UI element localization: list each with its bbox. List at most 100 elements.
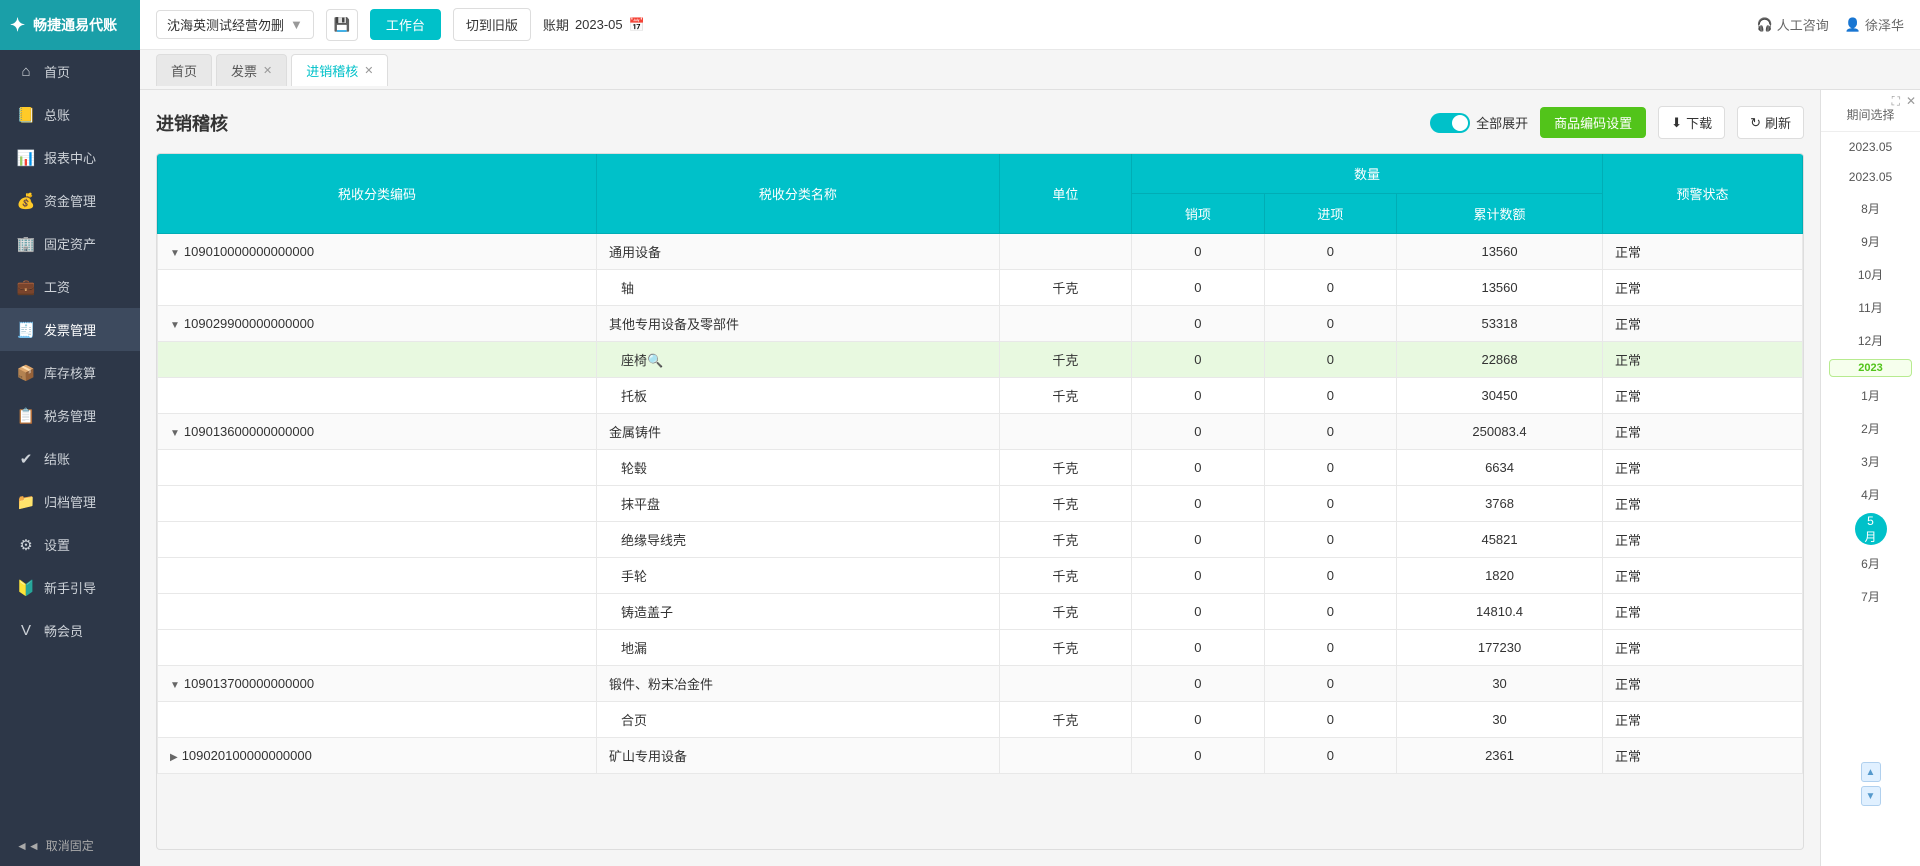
sidebar-label-assets: 固定资产 <box>44 234 96 253</box>
scroll-down-btn[interactable]: ▼ <box>1861 786 1881 806</box>
period-item-0[interactable]: 2023.05 <box>1821 132 1920 162</box>
cell-code: ▶109020100000000000 <box>158 738 597 774</box>
sidebar-label-guide: 新手引导 <box>44 578 96 597</box>
tab-reconciliation-close[interactable]: ✕ <box>364 64 373 77</box>
tab-invoice[interactable]: 发票 ✕ <box>216 54 287 86</box>
cell-name: 金属铸件 <box>597 414 1000 450</box>
user-icon: 👤 <box>1845 17 1861 33</box>
user-menu[interactable]: 👤 徐泽华 <box>1845 15 1904 34</box>
sidebar-item-inventory[interactable]: 📦 库存核算 <box>0 351 140 394</box>
switch-version-button[interactable]: 切到旧版 <box>453 8 531 41</box>
cell-unit: 千克 <box>999 270 1132 306</box>
sidebar-item-guide[interactable]: 🔰 新手引导 <box>0 566 140 609</box>
cell-status: 正常 <box>1602 558 1802 594</box>
search-icon[interactable]: 🔍 <box>647 353 663 368</box>
cell-name: 座椅🔍 <box>597 342 1000 378</box>
sidebar-label-tax: 税务管理 <box>44 406 96 425</box>
period-item-3[interactable]: 9月 <box>1821 225 1920 258</box>
sidebar-item-funds[interactable]: 💰 资金管理 <box>0 179 140 222</box>
period-item-5[interactable]: 11月 <box>1821 291 1920 324</box>
cell-total: 13560 <box>1397 234 1603 270</box>
cell-name: 手轮 <box>597 558 1000 594</box>
period-item-4[interactable]: 10月 <box>1821 258 1920 291</box>
logo-icon: ✦ <box>10 15 25 36</box>
sidebar-label-funds: 资金管理 <box>44 191 96 210</box>
download-btn[interactable]: ⬇ 下载 <box>1658 106 1725 139</box>
cell-sales: 0 <box>1132 414 1265 450</box>
cell-unit: 千克 <box>999 594 1132 630</box>
toggle-switch[interactable] <box>1430 113 1470 133</box>
maximize-panel-btn[interactable]: ⛶ <box>1892 94 1900 109</box>
inventory-icon: 📦 <box>16 364 36 382</box>
period-item-1[interactable]: 2023.05 <box>1821 162 1920 192</box>
sidebar-item-assets[interactable]: 🏢 固定资产 <box>0 222 140 265</box>
period-item-12[interactable]: 5月 <box>1855 513 1887 545</box>
sidebar-item-settings[interactable]: ⚙ 设置 <box>0 523 140 566</box>
company-selector[interactable]: 沈海英测试经营勿删 ▼ <box>156 10 314 39</box>
sidebar-item-ledger[interactable]: 📒 总账 <box>0 93 140 136</box>
cell-sales: 0 <box>1132 378 1265 414</box>
sidebar-item-invoice[interactable]: 🧾 发票管理 <box>0 308 140 351</box>
cell-code <box>158 558 597 594</box>
cell-name: 锻件、粉末冶金件 <box>597 666 1000 702</box>
cell-total: 14810.4 <box>1397 594 1603 630</box>
tab-home[interactable]: 首页 <box>156 54 212 86</box>
cell-status: 正常 <box>1602 666 1802 702</box>
period-item-7[interactable]: 2023 <box>1829 359 1912 377</box>
funds-icon: 💰 <box>16 192 36 210</box>
data-table: 税收分类编码 税收分类名称 单位 数量 预警状态 销项 进项 累计数额 <box>157 154 1803 774</box>
cell-sales: 0 <box>1132 306 1265 342</box>
calendar-icon[interactable]: 📅 <box>629 17 645 33</box>
cancel-pin-btn[interactable]: ◄◄ 取消固定 <box>0 825 140 866</box>
assets-icon: 🏢 <box>16 235 36 253</box>
sidebar-item-salary[interactable]: 💼 工资 <box>0 265 140 308</box>
cell-code <box>158 270 597 306</box>
cell-total: 53318 <box>1397 306 1603 342</box>
cell-status: 正常 <box>1602 270 1802 306</box>
product-code-btn[interactable]: 商品编码设置 <box>1540 107 1646 138</box>
sidebar-item-home[interactable]: ⌂ 首页 <box>0 50 140 93</box>
cell-total: 177230 <box>1397 630 1603 666</box>
period-item-8[interactable]: 1月 <box>1821 379 1920 412</box>
ledger-icon: 📒 <box>16 106 36 124</box>
period-item-13[interactable]: 6月 <box>1821 547 1920 580</box>
cell-purchase: 0 <box>1264 414 1397 450</box>
period-item-11[interactable]: 4月 <box>1821 478 1920 511</box>
cell-name: 其他专用设备及零部件 <box>597 306 1000 342</box>
cell-code <box>158 522 597 558</box>
expand-all-toggle[interactable]: 全部展开 <box>1430 113 1528 133</box>
period-item-14[interactable]: 7月 <box>1821 580 1920 613</box>
sidebar-item-tax[interactable]: 📋 税务管理 <box>0 394 140 437</box>
scroll-up-btn[interactable]: ▲ <box>1861 762 1881 782</box>
member-icon: V <box>16 622 36 639</box>
close-panel-btn[interactable]: ✕ <box>1906 94 1916 108</box>
company-dropdown-icon: ▼ <box>290 17 303 32</box>
cell-unit <box>999 234 1132 270</box>
period-item-6[interactable]: 12月 <box>1821 324 1920 357</box>
tab-reconciliation[interactable]: 进销稽核 ✕ <box>291 54 388 86</box>
period-item-10[interactable]: 3月 <box>1821 445 1920 478</box>
refresh-btn[interactable]: ↻ 刷新 <box>1737 106 1804 139</box>
sidebar-item-member[interactable]: V 畅会员 <box>0 609 140 652</box>
period-item-2[interactable]: 8月 <box>1821 192 1920 225</box>
cell-purchase: 0 <box>1264 666 1397 702</box>
topbar: 沈海英测试经营勿删 ▼ 💾 工作台 切到旧版 账期 2023-05 📅 🎧 人工… <box>140 0 1920 50</box>
cell-sales: 0 <box>1132 234 1265 270</box>
save-button[interactable]: 💾 <box>326 9 358 41</box>
tab-invoice-close[interactable]: ✕ <box>263 64 272 77</box>
company-name: 沈海英测试经营勿删 <box>167 15 284 34</box>
th-sales: 销项 <box>1132 194 1265 234</box>
cell-unit: 千克 <box>999 702 1132 738</box>
sidebar-label-reports: 报表中心 <box>44 148 96 167</box>
cell-status: 正常 <box>1602 450 1802 486</box>
service-btn[interactable]: 🎧 人工咨询 <box>1757 15 1829 34</box>
cell-unit <box>999 666 1132 702</box>
cell-total: 30 <box>1397 702 1603 738</box>
sidebar-item-archive[interactable]: 📁 归档管理 <box>0 480 140 523</box>
workbench-button[interactable]: 工作台 <box>370 9 441 40</box>
sidebar-item-checkout[interactable]: ✔ 结账 <box>0 437 140 480</box>
sidebar-item-reports[interactable]: 📊 报表中心 <box>0 136 140 179</box>
cell-name: 地漏 <box>597 630 1000 666</box>
sidebar-label-member: 畅会员 <box>44 621 83 640</box>
period-item-9[interactable]: 2月 <box>1821 412 1920 445</box>
